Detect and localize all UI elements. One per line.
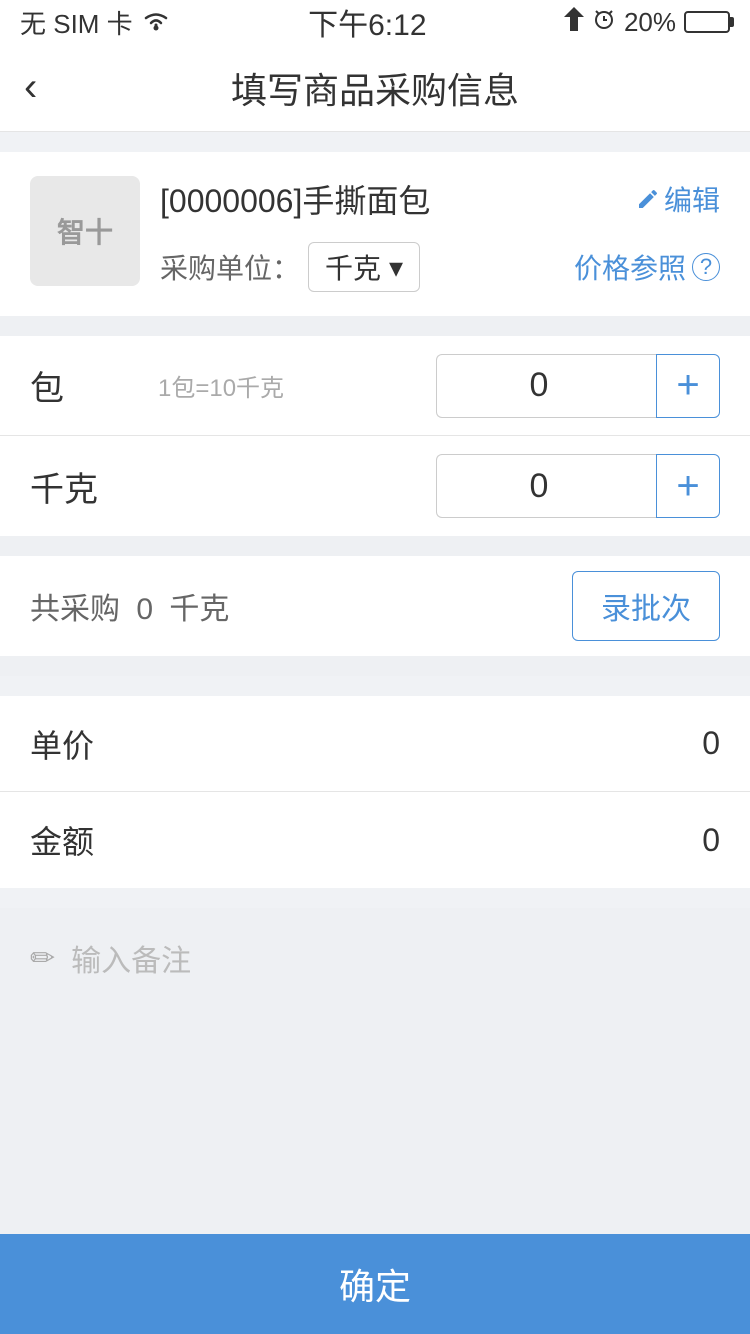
remark-section[interactable]: ✏ 输入备注 <box>0 908 750 1008</box>
product-name: [0000006]手撕面包 <box>160 176 430 222</box>
status-time: 下午6:12 <box>308 0 426 44</box>
kg-row: 千克 + <box>0 436 750 536</box>
remark-placeholder: 输入备注 <box>71 936 191 980</box>
product-logo: 智十 <box>57 211 113 251</box>
dropdown-icon: ▾ <box>389 251 403 284</box>
confirm-label: 确定 <box>339 1258 411 1310</box>
no-sim-label: 无 SIM 卡 <box>20 4 133 41</box>
location-icon <box>564 7 584 38</box>
pencil-icon: ✏ <box>30 941 55 976</box>
unit-select[interactable]: 千克 ▾ <box>308 242 420 292</box>
kg-plus-button[interactable]: + <box>656 454 720 518</box>
nav-title: 填写商品采购信息 <box>231 62 519 114</box>
status-left: 无 SIM 卡 <box>20 4 171 41</box>
amount-row: 金额 0 <box>0 792 750 888</box>
amount-label: 金额 <box>30 817 94 863</box>
section-separator-2 <box>0 536 750 556</box>
price-ref-button[interactable]: 价格参照 ? <box>574 247 720 287</box>
product-image: 智十 <box>30 176 140 286</box>
unit-label: 采购单位： <box>160 247 300 287</box>
price-section: 单价 0 金额 0 <box>0 696 750 888</box>
section-separator-3 <box>0 656 750 676</box>
bag-plus-button[interactable]: + <box>656 354 720 418</box>
unit-price-row: 单价 0 <box>0 696 750 792</box>
nav-bar: ‹ 填写商品采购信息 <box>0 44 750 132</box>
unit-value: 千克 <box>325 247 381 287</box>
edit-button[interactable]: 编辑 <box>636 179 720 219</box>
help-icon: ? <box>692 253 720 281</box>
edit-label[interactable]: 编辑 <box>664 179 720 219</box>
batch-button[interactable]: 录批次 <box>572 571 720 641</box>
section-separator-1 <box>0 316 750 336</box>
quantity-section: 包 1包=10千克 + 千克 + <box>0 336 750 536</box>
battery-icon <box>684 11 730 33</box>
amount-value: 0 <box>702 822 720 859</box>
product-card: 智十 [0000006]手撕面包 编辑 采购单位： 千克 ▾ 价格参照 ? <box>0 152 750 316</box>
bag-row: 包 1包=10千克 + <box>0 336 750 436</box>
alarm-icon <box>592 7 616 38</box>
summary-unit: 千克 <box>169 593 229 626</box>
unit-price-value: 0 <box>702 725 720 762</box>
status-bar: 无 SIM 卡 下午6:12 20% <box>0 0 750 44</box>
bag-sub-label: 1包=10千克 <box>158 368 284 403</box>
summary-row: 共采购 0 千克 录批次 <box>0 556 750 656</box>
product-info: [0000006]手撕面包 编辑 采购单位： 千克 ▾ 价格参照 ? <box>160 176 720 292</box>
bag-input[interactable] <box>436 354 656 418</box>
status-right: 20% <box>564 7 730 38</box>
wifi-icon <box>141 7 171 38</box>
kg-label: 千克 <box>30 462 150 511</box>
summary-label: 共采购 <box>30 593 120 626</box>
kg-input[interactable] <box>436 454 656 518</box>
bag-label: 包 <box>30 361 150 410</box>
unit-price-label: 单价 <box>30 721 94 767</box>
confirm-bar[interactable]: 确定 <box>0 1234 750 1334</box>
summary-value: 0 <box>136 593 153 626</box>
back-button[interactable]: ‹ <box>24 65 37 110</box>
battery-label: 20% <box>624 7 676 38</box>
price-ref-label: 价格参照 <box>574 247 686 287</box>
summary-text: 共采购 0 千克 <box>30 584 229 628</box>
